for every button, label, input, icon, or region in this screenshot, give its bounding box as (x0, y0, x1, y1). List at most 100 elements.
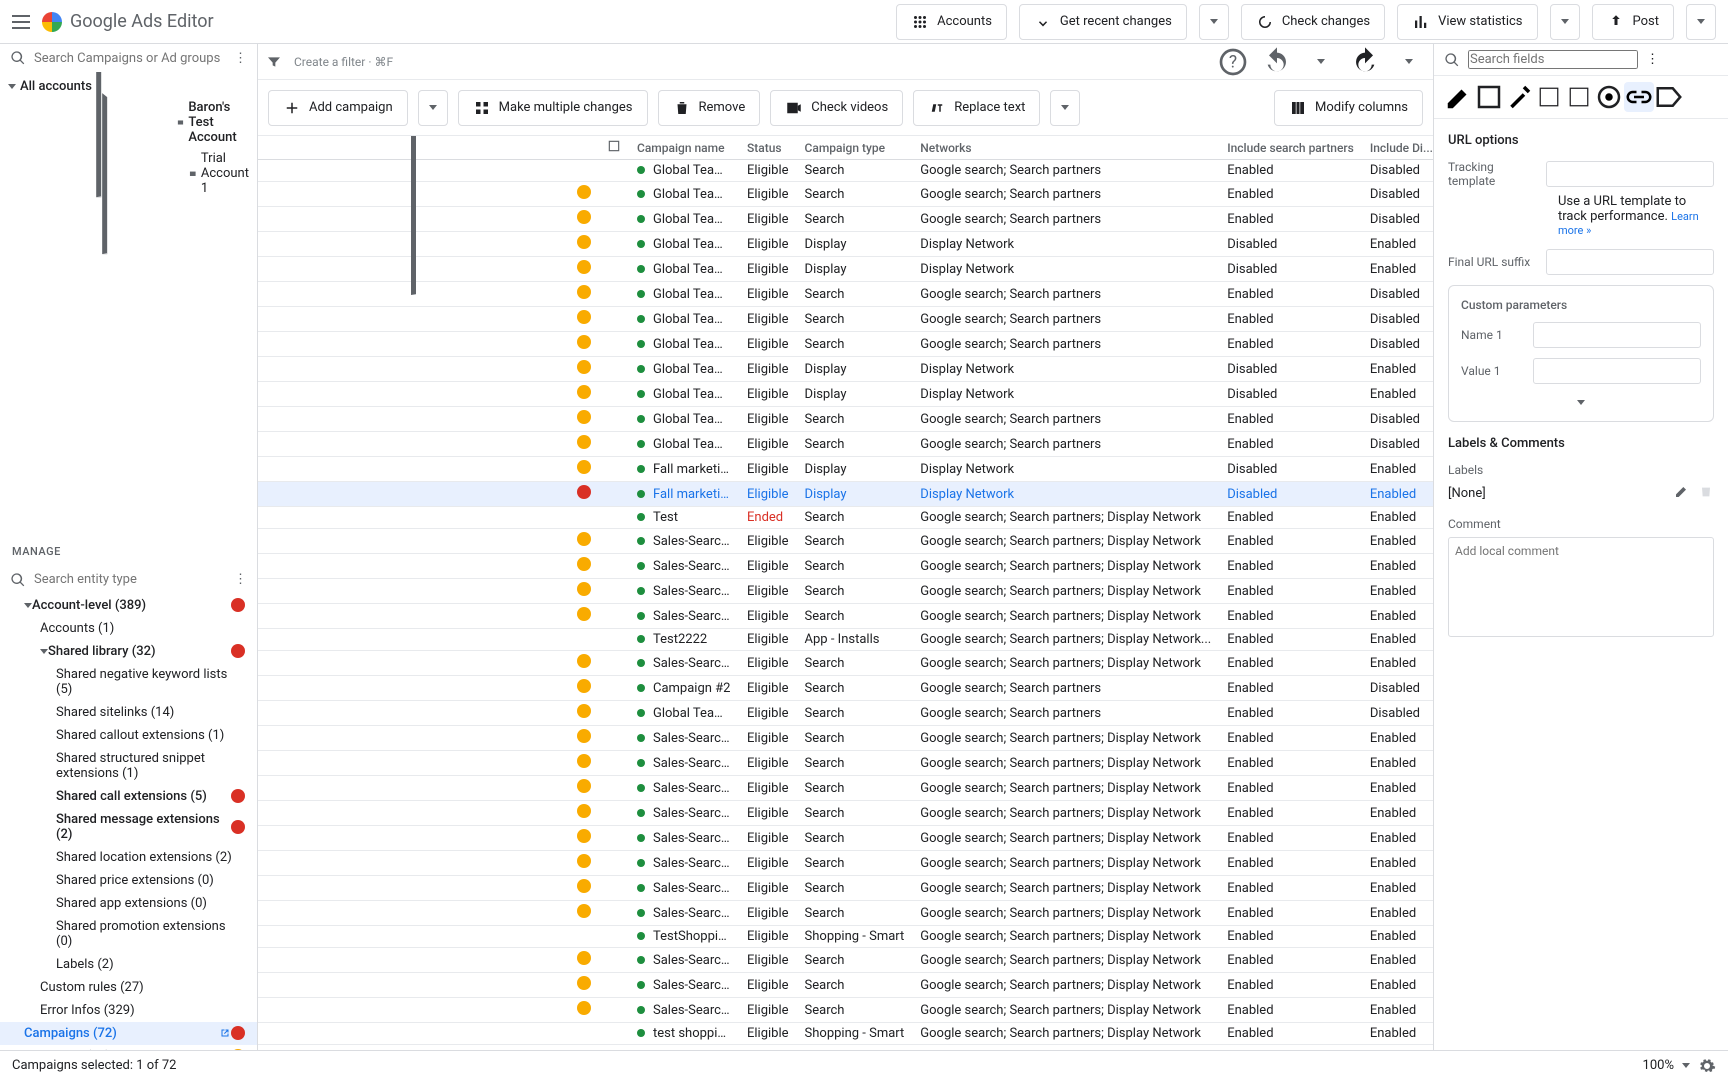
table-row[interactable]: Sales-Search-29EligibleSearchGoogle sear… (258, 651, 1433, 676)
table-row[interactable]: Global Team Marketi...EligibleSearchGoog… (258, 407, 1433, 432)
table-row[interactable]: Sales-Search-25EligibleSearchGoogle sear… (258, 529, 1433, 554)
help-icon[interactable]: ? (1217, 46, 1249, 78)
column-header[interactable]: Campaign name (629, 136, 739, 160)
comment-textarea[interactable] (1448, 537, 1714, 637)
campaigns-table-wrap[interactable]: Campaign nameStatusCampaign typeNetworks… (258, 136, 1433, 1050)
post-button[interactable]: Post (1592, 4, 1675, 40)
column-header[interactable]: Networks (912, 136, 1219, 160)
wand-tab-icon[interactable] (1504, 82, 1534, 112)
table-row[interactable]: Sales-Search-35EligibleSearchGoogle sear… (258, 851, 1433, 876)
get-recent-changes-dropdown[interactable] (1199, 4, 1229, 40)
add-campaign-button[interactable]: Add campaign (268, 90, 408, 126)
table-row[interactable]: Global Team Marketi...EligibleDisplayDis… (258, 357, 1433, 382)
label-tab-icon[interactable] (1654, 82, 1684, 112)
undo-dropdown[interactable] (1305, 46, 1337, 78)
table-row[interactable]: Sales-Search-34EligibleSearchGoogle sear… (258, 826, 1433, 851)
expand-params-icon[interactable] (1577, 400, 1585, 405)
table-row[interactable]: Fall marketing campai...EligibleDisplayD… (258, 482, 1433, 507)
edit-labels-icon[interactable] (1674, 483, 1690, 503)
column-header[interactable]: Status (739, 136, 797, 160)
filter-icon[interactable] (266, 54, 282, 70)
sidebar-item[interactable]: Shared callout extensions (1) (0, 724, 257, 747)
tree-all-accounts[interactable]: All accounts (0, 76, 257, 97)
sidebar-item[interactable]: Shared promotion extensions (0) (0, 915, 257, 953)
zoom-dropdown-icon[interactable] (1682, 1063, 1690, 1068)
add-campaign-dropdown[interactable] (418, 90, 448, 126)
table-row[interactable]: Global Team Marketi...EligibleSearchGoog… (258, 701, 1433, 726)
modify-columns-button[interactable]: Modify columns (1274, 90, 1423, 126)
column-header[interactable] (258, 136, 569, 160)
get-recent-changes-button[interactable]: Get recent changes (1019, 4, 1187, 40)
table-row[interactable]: Sales-Search-32EligibleSearchGoogle sear… (258, 776, 1433, 801)
sidebar-item[interactable]: Shared library (32) (0, 640, 257, 663)
sidebar-item[interactable]: Campaigns (72) (0, 1022, 257, 1045)
sidebar-item[interactable]: Shared sitelinks (14) (0, 701, 257, 724)
check-changes-button[interactable]: Check changes (1241, 4, 1385, 40)
tab-icon-2[interactable] (1474, 82, 1504, 112)
sidebar-item[interactable]: Shared negative keyword lists (5) (0, 663, 257, 701)
zoom-value[interactable]: 100% (1643, 1058, 1674, 1073)
table-row[interactable]: Sales-Search-33EligibleSearchGoogle sear… (258, 801, 1433, 826)
column-header[interactable]: Include search partners (1219, 136, 1362, 160)
sidebar-item[interactable]: Labels (2) (0, 953, 257, 976)
replace-text-button[interactable]: Replace text (913, 90, 1040, 126)
settings-icon[interactable] (1698, 1057, 1716, 1075)
table-row[interactable]: TestShoppingEligibleShopping - SmartGoog… (258, 926, 1433, 948)
tracking-template-input[interactable] (1546, 161, 1714, 187)
table-row[interactable]: Sales-Search-40EligibleSearchGoogle sear… (258, 973, 1433, 998)
table-row[interactable]: Sales-Search-27EligibleSearchGoogle sear… (258, 579, 1433, 604)
undo-icon[interactable] (1261, 46, 1293, 78)
check-videos-button[interactable]: Check videos (770, 90, 903, 126)
table-row[interactable]: Global Team Marketi...EligibleSearchGoog… (258, 307, 1433, 332)
checkbox-icon[interactable] (607, 139, 621, 153)
table-row[interactable]: Global Team Marketi...EligibleDisplayDis… (258, 232, 1433, 257)
sidebar-item[interactable]: Shared location extensions (2) (0, 846, 257, 869)
sidebar-item[interactable]: Error Infos (329) (0, 999, 257, 1022)
entity-search-more-icon[interactable]: ⋮ (234, 572, 247, 587)
edit-tab-icon[interactable] (1444, 82, 1474, 112)
table-row[interactable]: Sales-Search-312EligibleSearchGoogle sea… (258, 726, 1433, 751)
remove-button[interactable]: Remove (658, 90, 761, 126)
make-multiple-changes-button[interactable]: Make multiple changes (458, 90, 648, 126)
table-row[interactable]: Global Team Marketi...EligibleSearchGoog… (258, 207, 1433, 232)
entity-search-input[interactable] (34, 572, 226, 587)
link-tab-icon[interactable] (1624, 82, 1654, 112)
column-header[interactable]: Campaign type (797, 136, 913, 160)
tree-account-2[interactable]: Trial Account 1 (0, 148, 257, 199)
sidebar-item[interactable]: Shared price extensions (0) (0, 869, 257, 892)
table-row[interactable]: Fall marketing campai...EligibleDisplayD… (258, 457, 1433, 482)
fields-more-icon[interactable]: ⋮ (1646, 52, 1659, 67)
sidebar-item[interactable]: Accounts (1) (0, 617, 257, 640)
sidebar-item[interactable]: Shared message extensions (2) (0, 808, 257, 846)
target-tab-icon[interactable] (1594, 82, 1624, 112)
column-header[interactable] (599, 136, 629, 160)
clear-labels-icon[interactable] (1698, 483, 1714, 503)
tab-icon-5[interactable] (1564, 82, 1594, 112)
table-row[interactable]: Global Team Marketi...EligibleSearchGoog… (258, 332, 1433, 357)
name1-input[interactable] (1533, 322, 1701, 348)
table-row[interactable]: Sales-Search-31EligibleSearchGoogle sear… (258, 751, 1433, 776)
sidebar-item[interactable]: Account-level (389) (0, 594, 257, 617)
campaign-search-more-icon[interactable]: ⋮ (234, 51, 247, 66)
sidebar-item[interactable]: Shared app extensions (0) (0, 892, 257, 915)
accounts-button[interactable]: Accounts (896, 4, 1007, 40)
table-row[interactable]: Global Team Marketi...EligibleDisplayDis… (258, 382, 1433, 407)
post-dropdown[interactable] (1686, 4, 1716, 40)
table-row[interactable]: Global Team Marketi...EligibleDisplayDis… (258, 257, 1433, 282)
filter-placeholder[interactable]: Create a filter · ⌘F (294, 55, 393, 69)
table-row[interactable]: test shoppingEligibleShopping - SmartGoo… (258, 1023, 1433, 1045)
table-row[interactable]: Global Team Marketi...EligibleSearchGoog… (258, 182, 1433, 207)
sidebar-item[interactable]: Shared call extensions (5) (0, 785, 257, 808)
table-row[interactable]: Global Team Marketi...EligibleSearchGoog… (258, 282, 1433, 307)
column-header[interactable]: Include Di... (1362, 136, 1433, 160)
replace-text-dropdown[interactable] (1050, 90, 1080, 126)
table-row[interactable]: Global Team Marketi...EligibleSearchGoog… (258, 432, 1433, 457)
value1-input[interactable] (1533, 358, 1701, 384)
table-row[interactable]: Sales-Search-2665EligibleSearchGoogle se… (258, 554, 1433, 579)
table-row[interactable]: Sales-Search-37EligibleSearchGoogle sear… (258, 901, 1433, 926)
campaign-search-input[interactable] (34, 51, 226, 66)
sidebar-item[interactable]: Custom rules (27) (0, 976, 257, 999)
table-row[interactable]: Sales-Search-38EligibleSearchGoogle sear… (258, 948, 1433, 973)
fields-search-input[interactable] (1468, 50, 1638, 69)
table-row[interactable]: Test2222EligibleApp - InstallsGoogle sea… (258, 629, 1433, 651)
